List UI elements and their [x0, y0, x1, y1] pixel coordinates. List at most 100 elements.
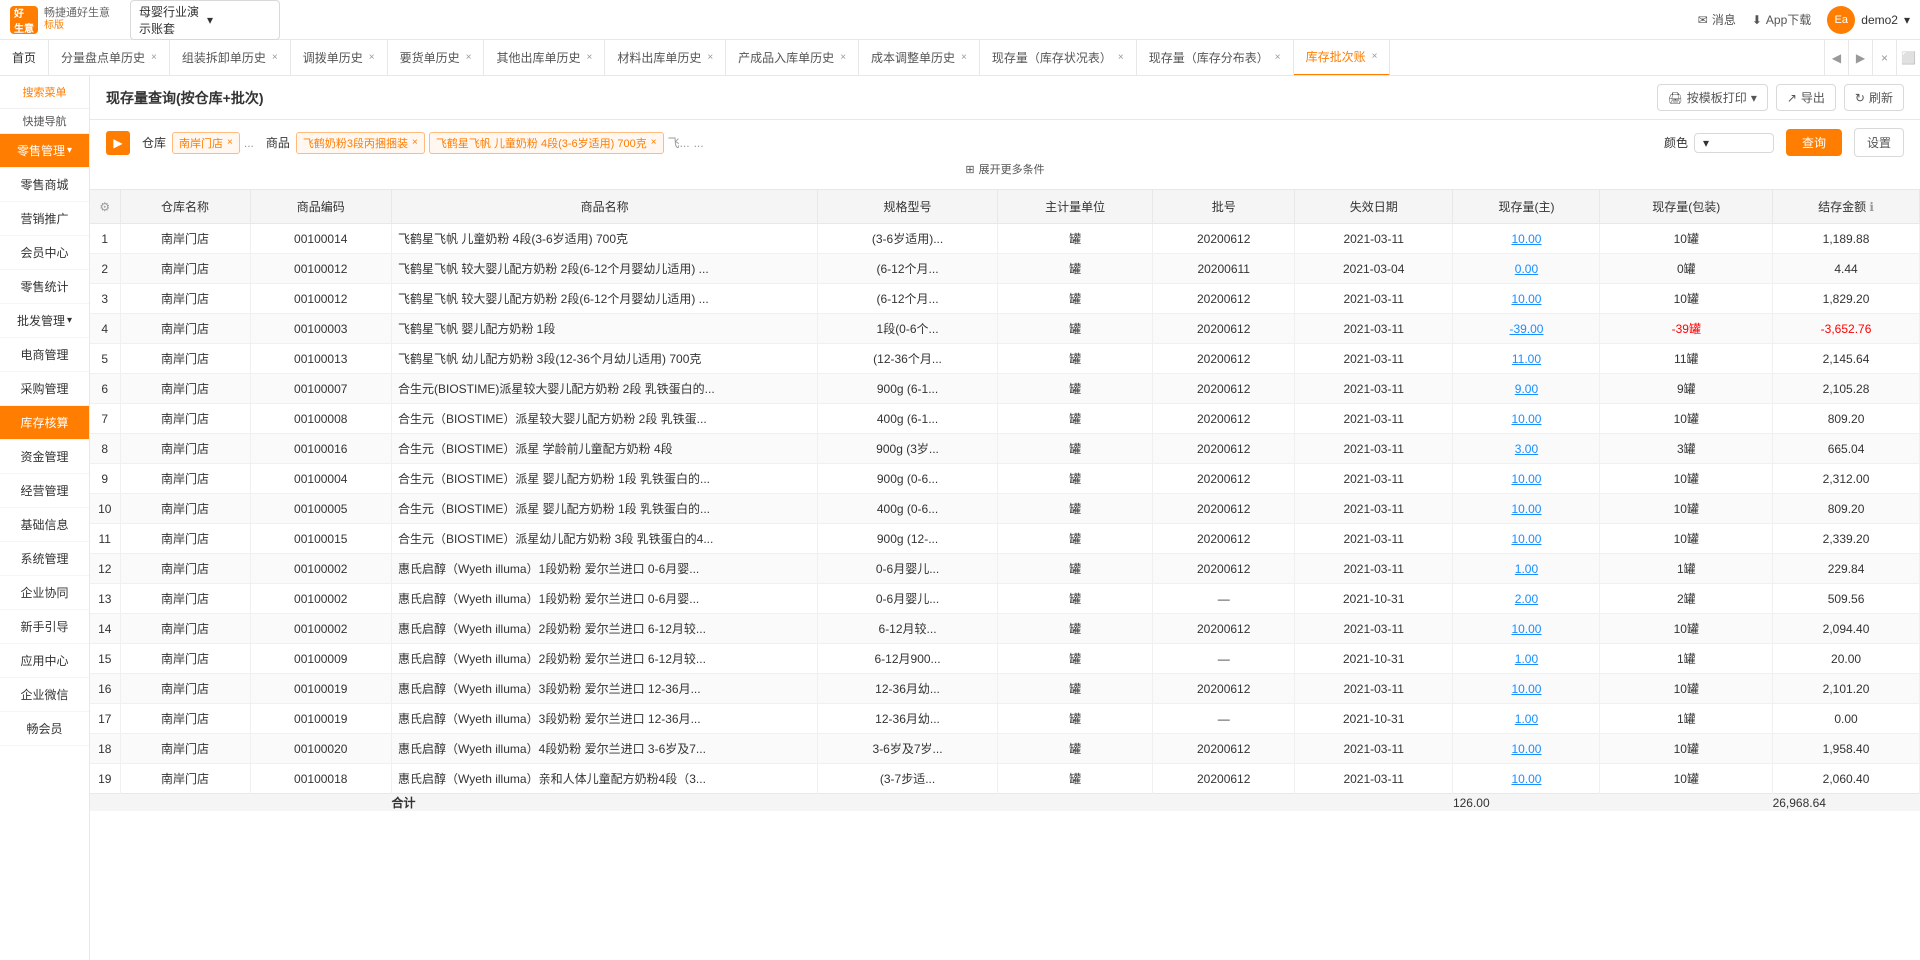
table-cell[interactable]: 0.00	[1453, 254, 1600, 284]
nav-close-all[interactable]: ×	[1872, 40, 1896, 76]
table-cell[interactable]: 10.00	[1453, 464, 1600, 494]
table-cell: 900g (0-6...	[818, 464, 998, 494]
sidebar-item-marketing[interactable]: 营销推广	[0, 202, 89, 236]
close-icon[interactable]: ×	[1118, 52, 1124, 63]
table-cell[interactable]: 10.00	[1453, 764, 1600, 794]
header-actions: 🖨 按模板打印 ▾ ↗ 导出 ↻ 刷新	[1657, 84, 1904, 111]
tab-qitaChuku[interactable]: 其他出库单历史×	[484, 40, 605, 76]
sidebar-item-member2[interactable]: 畅会员	[0, 712, 89, 746]
message-icon: ✉	[1698, 13, 1708, 27]
close-icon[interactable]: ×	[466, 52, 472, 63]
more-goods-icon2[interactable]: ...	[694, 136, 704, 150]
sidebar-item-finance[interactable]: 资金管理	[0, 440, 89, 474]
close-icon[interactable]: ×	[1275, 52, 1281, 63]
table-cell[interactable]: 1.00	[1453, 644, 1600, 674]
col-settings[interactable]: ⚙	[90, 190, 120, 224]
remove-tag-icon[interactable]: ×	[412, 137, 418, 148]
table-cell[interactable]: 10.00	[1453, 404, 1600, 434]
nav-maximize[interactable]: ⬜	[1896, 40, 1920, 76]
sidebar-quick-nav[interactable]: 快捷导航	[0, 109, 89, 134]
download-icon: ⬇	[1752, 13, 1762, 27]
table-cell[interactable]: 11.00	[1453, 344, 1600, 374]
sidebar-item-apps[interactable]: 应用中心	[0, 644, 89, 678]
sidebar-item-wholesale[interactable]: 批发管理 ▾	[0, 304, 89, 338]
remove-tag-icon[interactable]: ×	[227, 137, 233, 148]
nav-right-arrow[interactable]: ▶	[1848, 40, 1872, 76]
tab-xiancunfenbu[interactable]: 现存量（库存分布表）×	[1137, 40, 1294, 76]
org-selector[interactable]: 母婴行业演示账套 ▾	[130, 0, 280, 40]
color-select[interactable]: ▾	[1694, 133, 1774, 153]
table-cell[interactable]: 10.00	[1453, 284, 1600, 314]
sidebar-item-guide[interactable]: 新手引导	[0, 610, 89, 644]
messages-button[interactable]: ✉ 消息	[1698, 11, 1736, 28]
table-cell[interactable]: 9.00	[1453, 374, 1600, 404]
more-warehouse-icon[interactable]: ...	[244, 136, 254, 150]
sidebar-item-collab[interactable]: 企业协同	[0, 576, 89, 610]
query-button[interactable]: 查询	[1786, 129, 1842, 156]
table-cell: 2,339.20	[1773, 524, 1920, 554]
table-cell[interactable]: 10.00	[1453, 224, 1600, 254]
goods-tag-2[interactable]: 飞鹤星飞帆 儿童奶粉 4段(3-6岁适用) 700克 ×	[429, 132, 664, 154]
table-cell[interactable]: 2.00	[1453, 584, 1600, 614]
close-icon[interactable]: ×	[707, 52, 713, 63]
sidebar-item-system[interactable]: 系统管理	[0, 542, 89, 576]
expand-conditions-button[interactable]: ⊞ 展开更多条件	[965, 161, 1044, 177]
close-icon[interactable]: ×	[586, 52, 592, 63]
close-icon[interactable]: ×	[272, 52, 278, 63]
table-cell[interactable]: 10.00	[1453, 524, 1600, 554]
close-icon[interactable]: ×	[840, 52, 846, 63]
sidebar-item-basic[interactable]: 基础信息	[0, 508, 89, 542]
close-icon[interactable]: ×	[1372, 51, 1378, 62]
export-button[interactable]: ↗ 导出	[1776, 84, 1836, 111]
sidebar-search[interactable]: 搜索菜单	[0, 76, 89, 109]
tab-home[interactable]: 首页	[0, 40, 49, 76]
col-qty-pkg: 现存量(包装)	[1600, 190, 1773, 224]
tab-fenliang[interactable]: 分量盘点单历史×	[49, 40, 170, 76]
page-header: 现存量查询(按仓库+批次) 🖨 按模板打印 ▾ ↗ 导出 ↻ 刷新	[90, 76, 1920, 120]
tab-chanchengpin[interactable]: 产成品入库单历史×	[726, 40, 859, 76]
user-area[interactable]: Ea demo2 ▾	[1827, 6, 1910, 34]
table-cell: 2021-03-11	[1294, 374, 1453, 404]
sidebar-item-operation[interactable]: 经营管理	[0, 474, 89, 508]
tab-zujieChaijian[interactable]: 组装拆卸单历史×	[170, 40, 291, 76]
table-cell[interactable]: 1.00	[1453, 554, 1600, 584]
col-qty-main: 现存量(主)	[1453, 190, 1600, 224]
table-cell[interactable]: 10.00	[1453, 674, 1600, 704]
table-cell[interactable]: 1.00	[1453, 704, 1600, 734]
sidebar-item-retail-mall[interactable]: 零售商城	[0, 168, 89, 202]
app-download-button[interactable]: ⬇ App下载	[1752, 11, 1811, 28]
sidebar-item-retail[interactable]: 零售管理 ▾	[0, 134, 89, 168]
expand-filter-button[interactable]: ▶	[106, 131, 130, 155]
sidebar-item-purchase[interactable]: 采购管理	[0, 372, 89, 406]
goods-tag-1[interactable]: 飞鹤奶粉3段丙捆捆装 ×	[296, 132, 425, 154]
sidebar-item-inventory[interactable]: 库存核算	[0, 406, 89, 440]
tab-diaoBo[interactable]: 调拨单历史×	[291, 40, 388, 76]
warehouse-label: 仓库	[142, 134, 166, 151]
close-icon[interactable]: ×	[369, 52, 375, 63]
tab-cailiao[interactable]: 材料出库单历史×	[605, 40, 726, 76]
table-cell[interactable]: -39.00	[1453, 314, 1600, 344]
tab-chengben[interactable]: 成本调整单历史×	[859, 40, 980, 76]
close-icon[interactable]: ×	[961, 52, 967, 63]
refresh-button[interactable]: ↻ 刷新	[1844, 84, 1904, 111]
settings-icon[interactable]: ⚙	[99, 200, 110, 214]
table-cell[interactable]: 10.00	[1453, 614, 1600, 644]
setting-button[interactable]: 设置	[1854, 128, 1904, 157]
more-goods-icon[interactable]: 飞...	[668, 134, 690, 151]
warehouse-tag-nanAn[interactable]: 南岸门店 ×	[172, 132, 240, 154]
tab-xiancunzhuang[interactable]: 现存量（库存状况表）×	[980, 40, 1137, 76]
table-cell[interactable]: 10.00	[1453, 494, 1600, 524]
table-cell[interactable]: 10.00	[1453, 734, 1600, 764]
sidebar-item-wechat[interactable]: 企业微信	[0, 678, 89, 712]
close-icon[interactable]: ×	[151, 52, 157, 63]
nav-left-arrow[interactable]: ◀	[1824, 40, 1848, 76]
tab-yaoHuo[interactable]: 要货单历史×	[388, 40, 485, 76]
table-cell: 罐	[997, 674, 1153, 704]
tab-active[interactable]: 库存批次账×	[1294, 40, 1391, 76]
print-button[interactable]: 🖨 按模板打印 ▾	[1657, 84, 1768, 111]
table-cell[interactable]: 3.00	[1453, 434, 1600, 464]
sidebar-item-member[interactable]: 会员中心	[0, 236, 89, 270]
sidebar-item-retail-stat[interactable]: 零售统计	[0, 270, 89, 304]
sidebar-item-ecommerce[interactable]: 电商管理	[0, 338, 89, 372]
remove-tag-icon[interactable]: ×	[651, 137, 657, 148]
